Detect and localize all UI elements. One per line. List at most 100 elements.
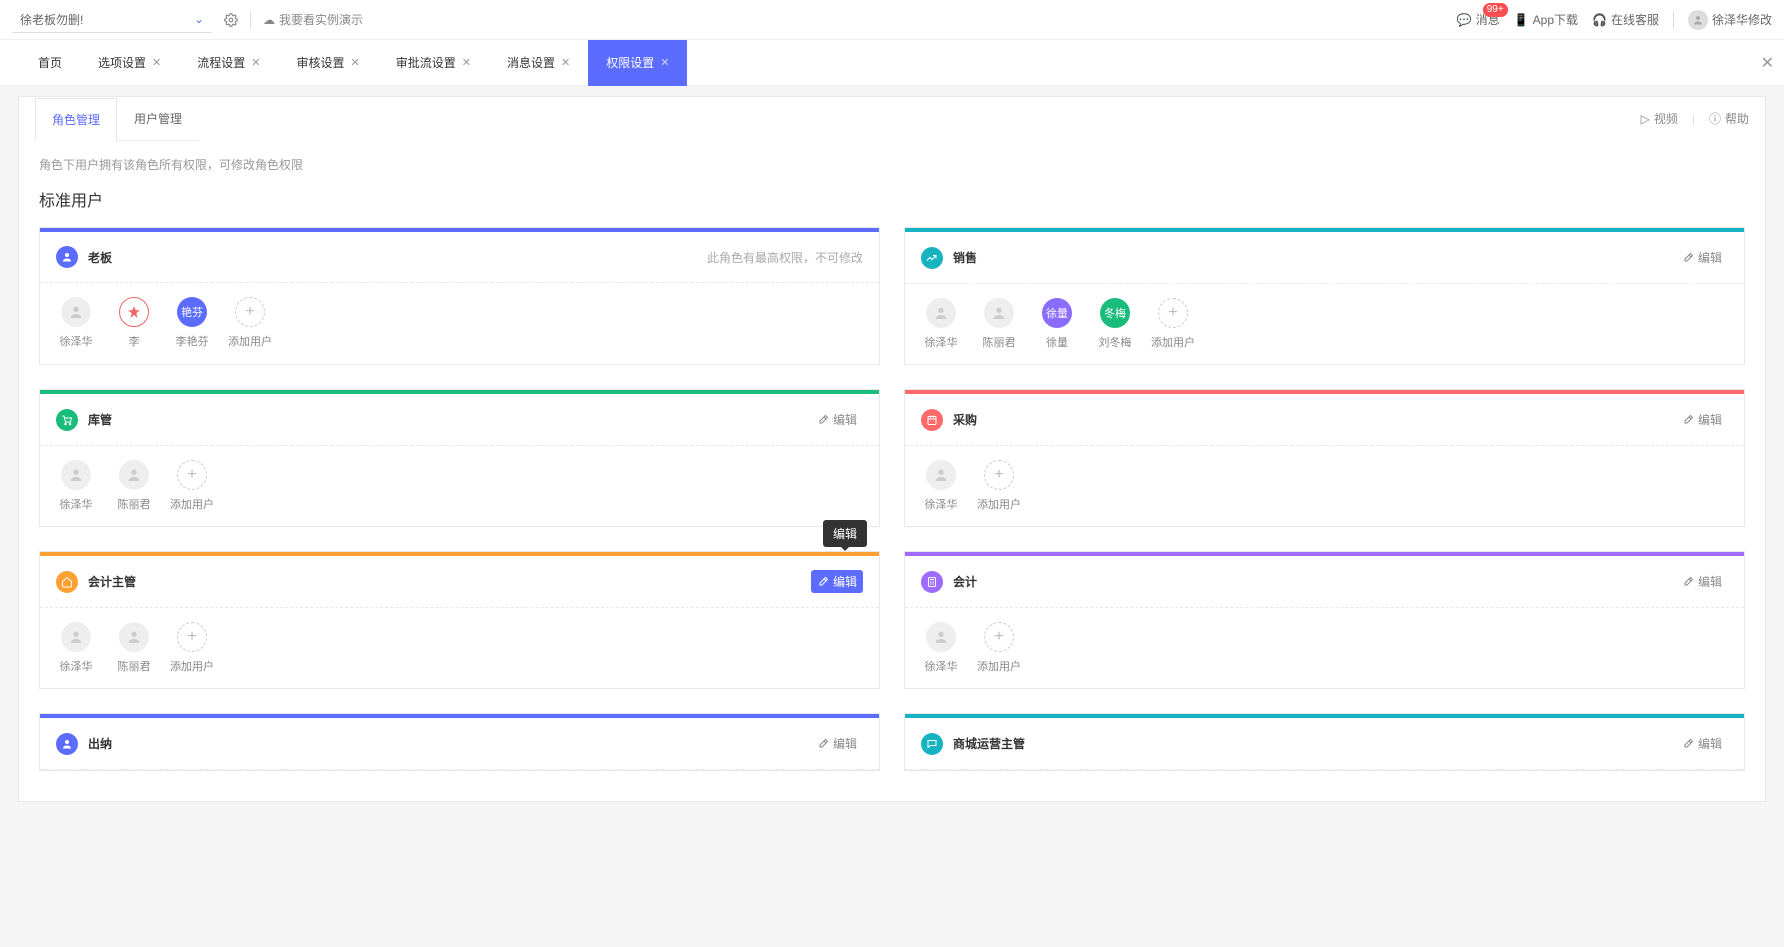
user-avatar[interactable] — [984, 298, 1014, 328]
add-user-label: 添加用户 — [1151, 334, 1195, 350]
customer-service-link[interactable]: 🎧 在线客服 — [1592, 11, 1659, 28]
tab-0[interactable]: 首页 — [20, 40, 80, 86]
tab-label: 审批流设置 — [396, 54, 456, 71]
close-icon[interactable]: ✕ — [351, 56, 360, 69]
role-icon — [921, 571, 943, 593]
user-avatar[interactable] — [119, 297, 149, 327]
role-icon — [56, 571, 78, 593]
add-user-item: + 添加用户 — [1153, 298, 1193, 350]
add-user-button[interactable]: + — [177, 622, 207, 652]
user-name: 陈丽君 — [118, 658, 151, 674]
card-body: 徐泽华+添加用户 — [905, 608, 1744, 688]
edit-button[interactable]: 编辑 — [811, 732, 863, 755]
role-name: 出纳 — [88, 735, 112, 752]
user-item: 徐泽华 — [56, 297, 96, 349]
close-all-tabs[interactable]: ✕ — [1761, 53, 1774, 73]
close-icon[interactable]: ✕ — [251, 56, 260, 69]
user-item: 李 — [114, 297, 154, 349]
user-avatar[interactable]: 徐量 — [1042, 298, 1072, 328]
role-icon — [921, 247, 943, 269]
headset-icon: 🎧 — [1592, 13, 1607, 27]
edit-button[interactable]: 编辑 — [811, 408, 863, 431]
user-avatar[interactable]: 艳芬 — [177, 297, 207, 327]
card-body: 徐泽华李艳芬李艳芬+添加用户 — [40, 283, 879, 363]
user-item: 艳芬李艳芬 — [172, 297, 212, 349]
messages-link[interactable]: 💬 消息 99+ — [1457, 11, 1500, 28]
org-selector[interactable]: 徐老板勿删! ⌄ — [12, 7, 212, 33]
user-item: 徐泽华 — [56, 622, 96, 674]
subtab-1[interactable]: 用户管理 — [117, 97, 199, 140]
close-icon[interactable]: ✕ — [462, 56, 471, 69]
role-card: 老板此角色有最高权限，不可修改徐泽华李艳芬李艳芬+添加用户 — [39, 227, 880, 365]
user-avatar[interactable] — [61, 460, 91, 490]
app-download-link[interactable]: 📱 App下载 — [1514, 11, 1578, 28]
edit-label: 编辑 — [833, 411, 857, 428]
org-name: 徐老板勿删! — [20, 11, 83, 28]
user-menu[interactable]: 徐泽华修改 — [1688, 10, 1772, 30]
help-link[interactable]: ⓘ 帮助 — [1709, 110, 1749, 127]
add-user-label: 添加用户 — [170, 658, 214, 674]
user-avatar[interactable] — [61, 622, 91, 652]
tab-4[interactable]: 审批流设置 ✕ — [378, 40, 489, 86]
demo-link[interactable]: ☁ 我要看实例演示 — [263, 11, 363, 28]
role-name: 会计主管 — [88, 573, 136, 590]
edit-button[interactable]: 编辑 — [1676, 408, 1728, 431]
user-avatar[interactable] — [926, 622, 956, 652]
user-item: 陈丽君 — [114, 460, 154, 512]
user-item: 徐泽华 — [921, 460, 961, 512]
add-user-button[interactable]: + — [1158, 298, 1188, 328]
app-label: App下载 — [1533, 11, 1578, 28]
role-icon — [921, 409, 943, 431]
add-user-button[interactable]: + — [177, 460, 207, 490]
user-name: 徐泽华 — [925, 658, 958, 674]
edit-label: 编辑 — [1698, 573, 1722, 590]
user-name: 徐泽华 — [60, 658, 93, 674]
edit-button[interactable]: 编辑 — [1676, 570, 1728, 593]
user-item: 陈丽君 — [114, 622, 154, 674]
video-link[interactable]: ▷ 视频 — [1641, 110, 1678, 127]
edit-button[interactable]: 编辑 — [1676, 246, 1728, 269]
user-avatar[interactable] — [926, 460, 956, 490]
user-avatar[interactable] — [119, 622, 149, 652]
user-avatar[interactable] — [119, 460, 149, 490]
user-name: 刘冬梅 — [1099, 334, 1132, 350]
user-item: 冬梅刘冬梅 — [1095, 298, 1135, 350]
user-avatar[interactable]: 冬梅 — [1100, 298, 1130, 328]
phone-icon: 📱 — [1514, 13, 1529, 27]
role-card: 采购编辑徐泽华+添加用户 — [904, 389, 1745, 527]
role-card: 销售编辑徐泽华陈丽君徐量徐量冬梅刘冬梅+添加用户 — [904, 227, 1745, 365]
tab-label: 权限设置 — [606, 54, 654, 71]
user-name: 徐泽华 — [925, 496, 958, 512]
close-icon[interactable]: ✕ — [152, 56, 161, 69]
tab-2[interactable]: 流程设置✕ — [179, 40, 278, 86]
user-avatar[interactable] — [61, 297, 91, 327]
role-icon — [56, 246, 78, 268]
gear-icon[interactable] — [224, 13, 238, 27]
card-header: 老板此角色有最高权限，不可修改 — [40, 232, 879, 283]
tab-3[interactable]: 审核设置 ✕ — [278, 40, 377, 86]
tab-1[interactable]: 选项设置✕ — [80, 40, 179, 86]
user-item: 徐泽华 — [56, 460, 96, 512]
edit-label: 编辑 — [1698, 735, 1722, 752]
tab-5[interactable]: 消息设置✕ — [489, 40, 588, 86]
add-user-button[interactable]: + — [984, 460, 1014, 490]
edit-button[interactable]: 编辑 — [1676, 732, 1728, 755]
role-name: 销售 — [953, 249, 977, 266]
tab-6[interactable]: 权限设置 ✕ — [588, 40, 687, 86]
card-header: 销售 编辑 — [905, 232, 1744, 284]
tab-label: 审核设置 — [296, 54, 344, 71]
add-user-button[interactable]: + — [984, 622, 1014, 652]
user-name: 徐量 — [1046, 334, 1068, 350]
close-icon[interactable]: ✕ — [561, 56, 570, 69]
subtab-0[interactable]: 角色管理 — [35, 98, 117, 141]
role-note: 此角色有最高权限，不可修改 — [707, 249, 863, 266]
add-user-button[interactable]: + — [235, 297, 265, 327]
user-avatar[interactable] — [926, 298, 956, 328]
close-icon[interactable]: ✕ — [660, 56, 669, 69]
role-name: 库管 — [88, 411, 112, 428]
edit-button[interactable]: 编辑 — [811, 570, 863, 593]
edit-tooltip: 编辑 — [823, 520, 867, 547]
avatar — [1688, 10, 1708, 30]
role-icon — [921, 733, 943, 755]
user-name: 李 — [129, 333, 140, 349]
